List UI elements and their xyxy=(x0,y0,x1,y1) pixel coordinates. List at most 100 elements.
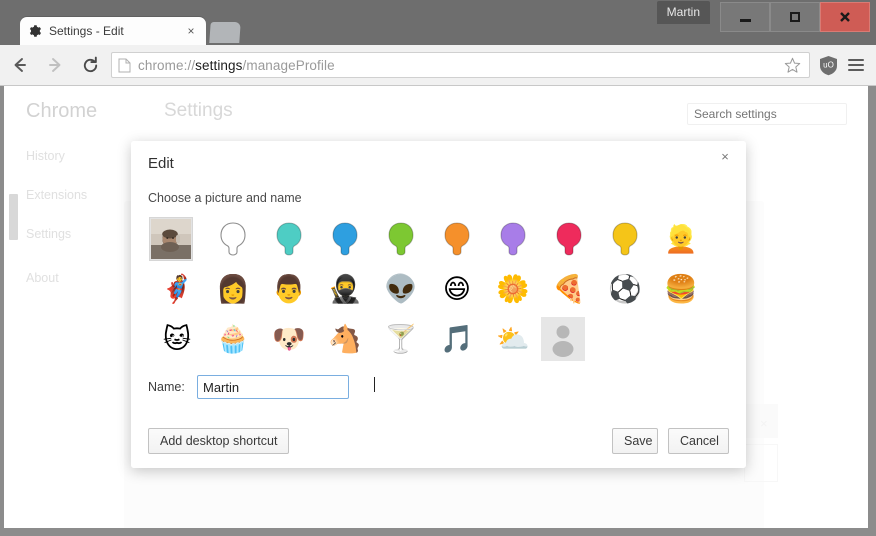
default-person-avatar[interactable] xyxy=(541,317,585,361)
back-button[interactable] xyxy=(5,50,35,80)
gear-icon xyxy=(29,25,42,37)
browser-tab[interactable]: Settings - Edit × xyxy=(20,17,206,45)
horse-avatar[interactable]: 🐴 xyxy=(317,317,373,361)
dialog-title: Edit xyxy=(148,155,174,172)
superhero-avatar[interactable]: 🦸 xyxy=(149,267,205,311)
browser-toolbar: chrome://settings/manageProfile uO xyxy=(0,45,876,86)
back-arrow-icon xyxy=(14,58,26,72)
profile-button[interactable]: Martin xyxy=(656,1,710,24)
silhouette-green-avatar[interactable] xyxy=(373,217,429,261)
avatar-row: 👱 xyxy=(149,214,729,264)
ghost-close-icon: × xyxy=(760,416,768,431)
maximize-icon xyxy=(790,12,800,22)
sun-behind-cloud-avatar[interactable]: ⛅ xyxy=(485,317,541,361)
ninja-avatar[interactable]: 🥷 xyxy=(317,267,373,311)
tab-close-button[interactable]: × xyxy=(184,24,198,38)
bookmark-star-icon[interactable] xyxy=(784,57,801,74)
window-bottom-border xyxy=(0,528,876,536)
sidebar-brand: Chrome xyxy=(26,100,98,122)
hamburger-avatar-glyph: 🍔 xyxy=(664,273,698,305)
window-left-border xyxy=(0,86,4,528)
address-bar[interactable]: chrome://settings/manageProfile xyxy=(111,52,810,78)
text-cursor xyxy=(374,377,375,392)
cupcake-avatar-glyph: 🧁 xyxy=(216,323,250,355)
cocktail-avatar-glyph: 🍸 xyxy=(384,323,418,355)
forward-arrow-icon xyxy=(49,58,61,72)
man-avatar[interactable]: 👨 xyxy=(261,267,317,311)
page-title: Settings xyxy=(164,100,233,121)
extension-button-ublock[interactable]: uO xyxy=(814,50,842,80)
user-photo-avatar[interactable] xyxy=(149,217,193,261)
edit-profile-dialog: Edit × Choose a picture and name 👱 🦸 👩 👨 🥷 👽 😄… xyxy=(131,141,746,468)
laughing-face-avatar[interactable]: 😄 xyxy=(429,267,485,311)
music-note-avatar-glyph: 🎵 xyxy=(440,323,474,355)
soccer-ball-avatar[interactable]: ⚽ xyxy=(597,267,653,311)
woman-sunglasses-avatar-glyph: 👩 xyxy=(216,273,250,305)
hamburger-icon xyxy=(848,56,864,74)
address-bar-url: chrome://settings/manageProfile xyxy=(138,58,335,73)
cat-avatar[interactable]: 🐱 xyxy=(149,317,205,361)
silhouette-purple-avatar[interactable] xyxy=(485,217,541,261)
url-scheme: chrome:// xyxy=(138,57,196,73)
browser-window: Martin Settings - Edit × chrome://settin… xyxy=(0,0,876,536)
avatar-picker-grid: 👱 🦸 👩 👨 🥷 👽 😄 🌼 🍕 ⚽ 🍔 🐱 🧁 🐶 🐴 🍸 🎵 ⛅ xyxy=(149,214,729,364)
dog-avatar-glyph: 🐶 xyxy=(272,323,306,355)
laughing-face-avatar-glyph: 😄 xyxy=(442,273,472,305)
close-icon xyxy=(840,12,850,22)
window-controls xyxy=(720,2,870,32)
add-desktop-shortcut-button[interactable]: Add desktop shortcut xyxy=(148,428,290,454)
horse-avatar-glyph: 🐴 xyxy=(328,323,362,355)
save-button[interactable]: Save xyxy=(612,428,658,454)
silhouette-yellow-avatar[interactable] xyxy=(597,217,653,261)
cocktail-avatar[interactable]: 🍸 xyxy=(373,317,429,361)
window-right-border xyxy=(868,86,876,528)
music-note-avatar[interactable]: 🎵 xyxy=(429,317,485,361)
superhero-avatar-glyph: 🦸 xyxy=(160,273,194,305)
profile-name-input[interactable] xyxy=(197,375,349,399)
dialog-footer: Add desktop shortcut Save Cancel xyxy=(131,424,746,468)
pizza-avatar[interactable]: 🍕 xyxy=(541,267,597,311)
silhouette-orange-avatar[interactable] xyxy=(429,217,485,261)
silhouette-white-avatar[interactable] xyxy=(205,217,261,261)
alien-avatar-glyph: 👽 xyxy=(384,273,418,305)
minimize-icon xyxy=(739,19,751,22)
search-settings-input[interactable] xyxy=(687,103,847,125)
hamburger-avatar[interactable]: 🍔 xyxy=(653,267,709,311)
woman-sunglasses-avatar[interactable]: 👩 xyxy=(205,267,261,311)
blonde-woman-avatar[interactable]: 👱 xyxy=(653,217,709,261)
silhouette-pink-avatar[interactable] xyxy=(541,217,597,261)
page-icon xyxy=(118,58,131,72)
cancel-button[interactable]: Cancel xyxy=(668,428,729,454)
soccer-ball-avatar-glyph: ⚽ xyxy=(608,273,642,305)
dialog-subtitle: Choose a picture and name xyxy=(148,191,302,205)
svg-text:uO: uO xyxy=(823,60,834,69)
name-label: Name: xyxy=(148,380,185,394)
ublock-origin-icon: uO xyxy=(819,55,837,75)
maximize-button[interactable] xyxy=(770,2,820,32)
dialog-close-button[interactable]: × xyxy=(716,148,734,166)
man-avatar-glyph: 👨 xyxy=(272,273,306,305)
close-button[interactable] xyxy=(820,2,870,32)
ninja-avatar-glyph: 🥷 xyxy=(328,273,362,305)
minimize-button[interactable] xyxy=(720,2,770,32)
new-tab-button[interactable] xyxy=(209,22,241,43)
ghost-field xyxy=(744,444,778,482)
silhouette-blue-avatar[interactable] xyxy=(317,217,373,261)
cat-avatar-glyph: 🐱 xyxy=(162,323,192,355)
tab-title: Settings - Edit xyxy=(49,24,124,38)
scrollbar-thumb[interactable] xyxy=(9,194,18,240)
flower-avatar[interactable]: 🌼 xyxy=(485,267,541,311)
blonde-woman-avatar-glyph: 👱 xyxy=(664,223,698,255)
sun-behind-cloud-avatar-glyph: ⛅ xyxy=(496,323,530,355)
reload-button[interactable] xyxy=(75,50,105,80)
page-scrollbar[interactable] xyxy=(3,86,18,528)
forward-button[interactable] xyxy=(40,50,70,80)
pizza-avatar-glyph: 🍕 xyxy=(552,273,586,305)
chrome-menu-button[interactable] xyxy=(842,50,870,80)
avatar-row: 🦸 👩 👨 🥷 👽 😄 🌼 🍕 ⚽ 🍔 xyxy=(149,264,729,314)
cupcake-avatar[interactable]: 🧁 xyxy=(205,317,261,361)
dog-avatar[interactable]: 🐶 xyxy=(261,317,317,361)
avatar-row: 🐱 🧁 🐶 🐴 🍸 🎵 ⛅ xyxy=(149,314,729,364)
alien-avatar[interactable]: 👽 xyxy=(373,267,429,311)
silhouette-teal-avatar[interactable] xyxy=(261,217,317,261)
